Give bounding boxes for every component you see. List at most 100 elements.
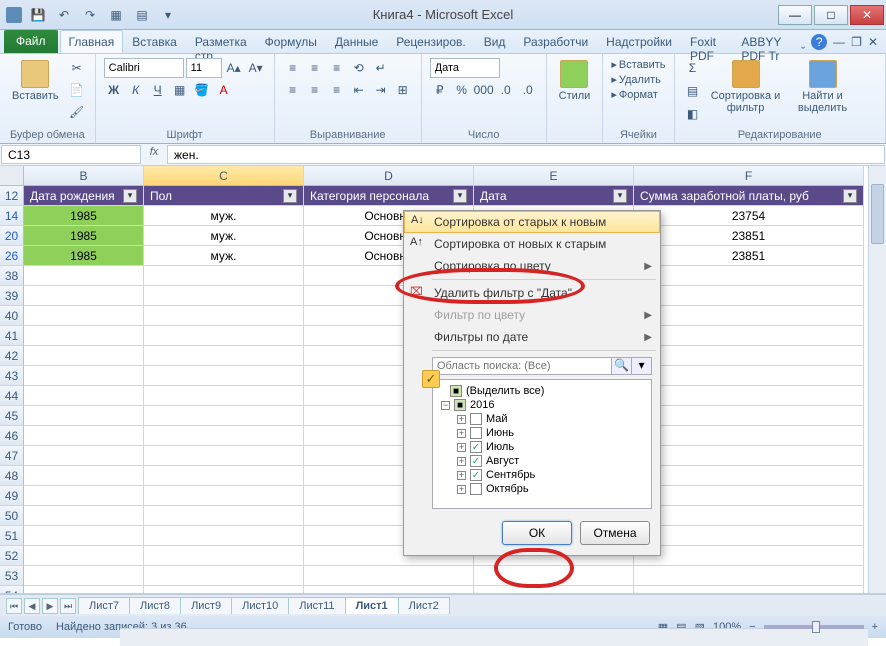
- align-bottom-icon[interactable]: ≡: [327, 58, 347, 78]
- filter-dropdown-b[interactable]: ▾: [123, 189, 137, 203]
- ribbon-tab-6[interactable]: Вид: [475, 30, 515, 53]
- format-painter-icon[interactable]: 🖌: [67, 102, 87, 122]
- formula-input[interactable]: [167, 145, 885, 164]
- empty-cell[interactable]: [304, 586, 474, 594]
- styles-button[interactable]: Стили: [555, 58, 595, 104]
- cell-c-26[interactable]: муж.: [144, 246, 304, 266]
- comma-icon[interactable]: 000: [474, 80, 494, 100]
- tree-month-Сентябрь[interactable]: +Сентябрь: [437, 468, 647, 482]
- name-box[interactable]: [1, 145, 141, 164]
- empty-cell[interactable]: [24, 546, 144, 566]
- filter-dropdown-c[interactable]: ▾: [283, 189, 297, 203]
- cell-b-20[interactable]: 1985: [24, 226, 144, 246]
- minimize-button[interactable]: —: [778, 5, 812, 25]
- column-header-D[interactable]: D: [304, 166, 474, 186]
- expand-icon[interactable]: +: [457, 471, 466, 480]
- ribbon-tab-4[interactable]: Данные: [326, 30, 387, 53]
- empty-cell[interactable]: [634, 506, 864, 526]
- empty-cell[interactable]: [144, 286, 304, 306]
- empty-cell[interactable]: [634, 546, 864, 566]
- table-header-d[interactable]: Категория персонала▾: [304, 186, 474, 206]
- checkbox-month[interactable]: [470, 441, 482, 453]
- menu-date-filters[interactable]: Фильтры по дате▶: [404, 326, 660, 348]
- ribbon-tab-5[interactable]: Рецензиров.: [387, 30, 474, 53]
- empty-cell[interactable]: [144, 466, 304, 486]
- empty-cell[interactable]: [634, 586, 864, 594]
- sheet-nav-prev-icon[interactable]: ◀: [24, 598, 40, 614]
- mdi-minimize-button[interactable]: —: [833, 35, 845, 49]
- file-tab[interactable]: Файл: [4, 30, 58, 53]
- ribbon-tab-2[interactable]: Разметка стр.: [186, 30, 256, 53]
- empty-cell[interactable]: [24, 406, 144, 426]
- fill-color-icon[interactable]: 🪣: [192, 80, 212, 100]
- ribbon-tab-10[interactable]: ABBYY PDF Tr: [732, 30, 801, 53]
- empty-cell[interactable]: [634, 406, 864, 426]
- close-button[interactable]: ✕: [850, 5, 884, 25]
- ribbon-tab-9[interactable]: Foxit PDF: [681, 30, 732, 53]
- checkbox-month[interactable]: [470, 455, 482, 467]
- expand-icon[interactable]: +: [457, 429, 466, 438]
- sheet-tab-Лист7[interactable]: Лист7: [78, 597, 130, 614]
- ok-button[interactable]: ОК: [502, 521, 572, 545]
- orientation-icon[interactable]: ⟲: [349, 58, 369, 78]
- decrease-indent-icon[interactable]: ⇤: [349, 80, 369, 100]
- align-left-icon[interactable]: ≡: [283, 80, 303, 100]
- empty-cell[interactable]: [24, 526, 144, 546]
- fx-label[interactable]: fx: [142, 144, 166, 165]
- checkbox-year[interactable]: ■: [454, 399, 466, 411]
- delete-cells-button[interactable]: ▸ Удалить: [611, 73, 661, 86]
- underline-button[interactable]: Ч: [148, 80, 168, 100]
- italic-button[interactable]: К: [126, 80, 146, 100]
- sheet-nav-first-icon[interactable]: ⏮: [6, 598, 22, 614]
- row-header-54[interactable]: 54: [0, 586, 24, 594]
- insert-cells-button[interactable]: ▸ Вставить: [611, 58, 665, 71]
- decrease-decimal-icon[interactable]: .0: [518, 80, 538, 100]
- border-icon[interactable]: ▦: [170, 80, 190, 100]
- empty-cell[interactable]: [634, 526, 864, 546]
- expand-icon[interactable]: +: [457, 443, 466, 452]
- ribbon-tab-8[interactable]: Надстройки: [597, 30, 681, 53]
- ribbon-tab-7[interactable]: Разработчи: [514, 30, 597, 53]
- empty-cell[interactable]: [634, 326, 864, 346]
- empty-cell[interactable]: [634, 266, 864, 286]
- empty-cell[interactable]: [144, 446, 304, 466]
- empty-cell[interactable]: [144, 366, 304, 386]
- column-header-E[interactable]: E: [474, 166, 634, 186]
- cell-c-14[interactable]: муж.: [144, 206, 304, 226]
- empty-cell[interactable]: [144, 326, 304, 346]
- tree-select-all[interactable]: ■ (Выделить все): [437, 384, 647, 398]
- expand-icon[interactable]: +: [457, 485, 466, 494]
- empty-cell[interactable]: [634, 366, 864, 386]
- empty-cell[interactable]: [24, 566, 144, 586]
- autosum-icon[interactable]: Σ: [683, 58, 703, 78]
- vertical-scrollbar[interactable]: [868, 166, 886, 593]
- row-header-14[interactable]: 14: [0, 206, 24, 226]
- sort-filter-button[interactable]: Сортировка и фильтр: [707, 58, 785, 116]
- expand-icon[interactable]: +: [457, 457, 466, 466]
- empty-cell[interactable]: [634, 446, 864, 466]
- row-header-26[interactable]: 26: [0, 246, 24, 266]
- empty-cell[interactable]: [144, 526, 304, 546]
- row-header-39[interactable]: 39: [0, 286, 24, 306]
- checkbox-select-all[interactable]: ■: [450, 385, 462, 397]
- align-right-icon[interactable]: ≡: [327, 80, 347, 100]
- align-middle-icon[interactable]: ≡: [305, 58, 325, 78]
- sheet-nav-next-icon[interactable]: ▶: [42, 598, 58, 614]
- empty-cell[interactable]: [634, 566, 864, 586]
- filter-dropdown-e[interactable]: ▾: [613, 189, 627, 203]
- empty-cell[interactable]: [24, 326, 144, 346]
- empty-cell[interactable]: [634, 486, 864, 506]
- expand-icon[interactable]: +: [457, 415, 466, 424]
- number-format-select[interactable]: [430, 58, 500, 78]
- ribbon-tab-0[interactable]: Главная: [60, 30, 124, 53]
- save-icon[interactable]: 💾: [28, 5, 48, 25]
- sheet-tab-Лист10[interactable]: Лист10: [231, 597, 289, 614]
- empty-cell[interactable]: [634, 386, 864, 406]
- paste-button[interactable]: Вставить: [8, 58, 63, 104]
- empty-cell[interactable]: [24, 466, 144, 486]
- row-header-42[interactable]: 42: [0, 346, 24, 366]
- empty-cell[interactable]: [634, 426, 864, 446]
- fill-icon[interactable]: ▤: [683, 81, 703, 101]
- cancel-button[interactable]: Отмена: [580, 521, 650, 545]
- undo-icon[interactable]: ↶: [54, 5, 74, 25]
